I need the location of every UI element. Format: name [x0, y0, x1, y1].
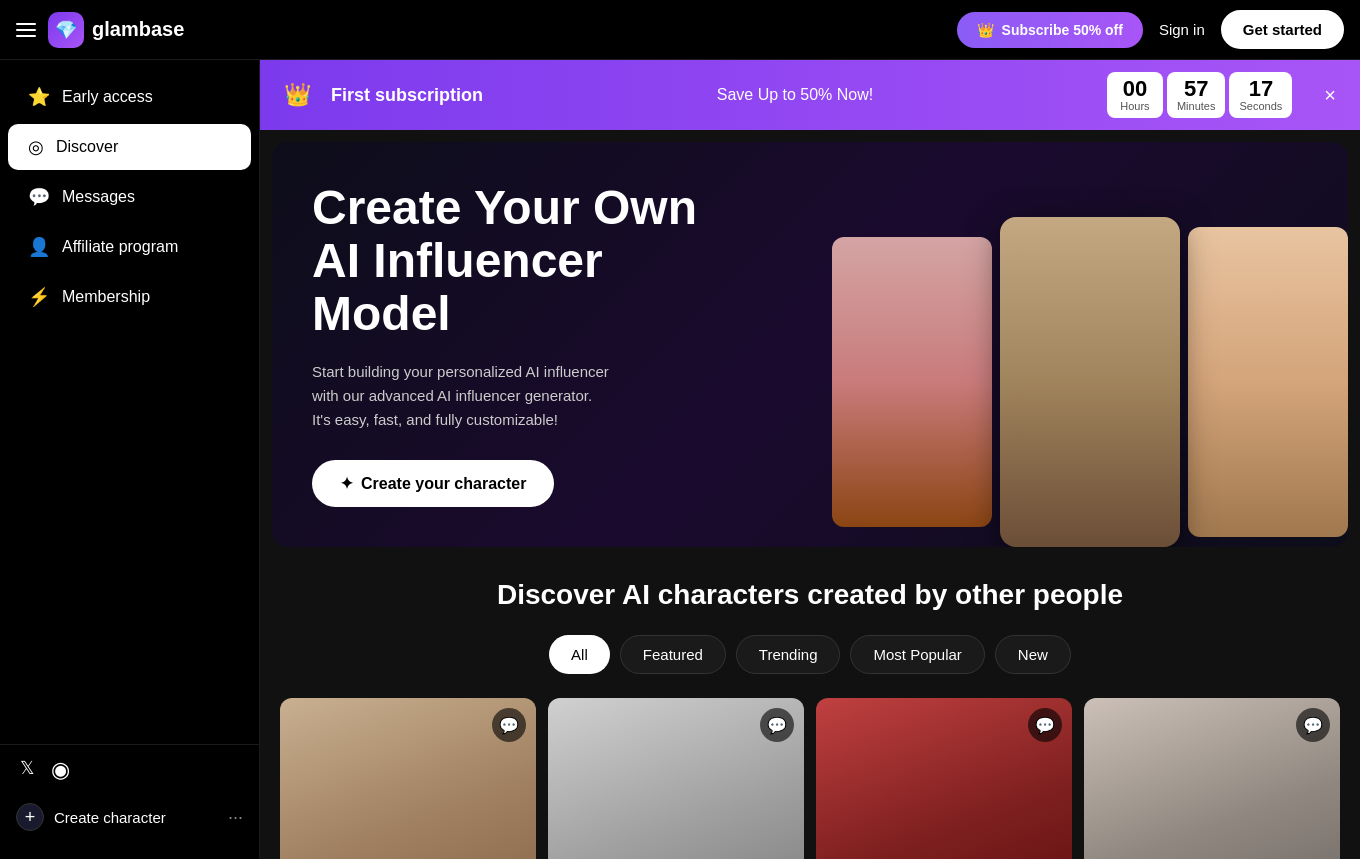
signin-button[interactable]: Sign in	[1159, 21, 1205, 38]
timer-hours-value: 00	[1117, 78, 1153, 100]
sidebar-item-discover[interactable]: ◎ Discover	[8, 124, 251, 170]
banner-close-button[interactable]: ×	[1324, 84, 1336, 107]
create-character-button[interactable]: ✦ Create your character	[312, 460, 554, 507]
countdown-timer: 00 Hours 57 Minutes 17 Seconds	[1107, 72, 1292, 118]
crown-icon: 👑	[977, 22, 994, 38]
timer-seconds: 17 Seconds	[1229, 72, 1292, 118]
timer-seconds-label: Seconds	[1239, 100, 1282, 112]
main-content: 👑 First subscription Save Up to 50% Now!…	[260, 60, 1360, 859]
hero-title: Create Your Own AI Influencer Model	[312, 182, 697, 340]
twitter-x-icon[interactable]: 𝕏	[20, 757, 35, 783]
character-card-3[interactable]: 💬	[816, 698, 1072, 859]
filter-tab-featured[interactable]: Featured	[620, 635, 726, 674]
discover-section: Discover AI characters created by other …	[260, 559, 1360, 859]
timer-minutes-label: Minutes	[1177, 100, 1216, 112]
timer-hours-label: Hours	[1117, 100, 1153, 112]
hero-image-3	[1188, 227, 1348, 537]
banner-title: First subscription	[331, 85, 483, 106]
sidebar-item-label: Affiliate program	[62, 238, 178, 256]
sidebar: ⭐ Early access ◎ Discover 💬 Messages 👤 A…	[0, 60, 260, 859]
timer-minutes-value: 57	[1177, 78, 1216, 100]
hamburger-menu[interactable]	[16, 23, 36, 37]
filter-tab-trending[interactable]: Trending	[736, 635, 841, 674]
sidebar-item-label: Messages	[62, 188, 135, 206]
sidebar-bottom: 𝕏 ◉ + Create character ···	[0, 744, 259, 847]
filter-tabs: All Featured Trending Most Popular New	[276, 635, 1344, 674]
sidebar-item-label: Membership	[62, 288, 150, 306]
hero-section: Create Your Own AI Influencer Model Star…	[272, 142, 1348, 547]
logo-icon: 💎	[48, 12, 84, 48]
create-character-label: Create character	[54, 809, 218, 826]
banner-crown-icon: 👑	[284, 82, 311, 108]
filter-tab-new[interactable]: New	[995, 635, 1071, 674]
membership-icon: ⚡	[28, 286, 50, 308]
timer-minutes: 57 Minutes	[1167, 72, 1226, 118]
star-icon: ⭐	[28, 86, 50, 108]
top-navigation: 💎 glambase 👑 Subscribe 50% off Sign in G…	[0, 0, 1360, 60]
create-character-plus-button[interactable]: +	[16, 803, 44, 831]
filter-tab-all[interactable]: All	[549, 635, 610, 674]
character-card-4[interactable]: 💬	[1084, 698, 1340, 859]
hero-text-content: Create Your Own AI Influencer Model Star…	[312, 182, 697, 507]
banner-subtitle: Save Up to 50% Now!	[717, 86, 874, 104]
messages-icon: 💬	[28, 186, 50, 208]
social-icons: 𝕏 ◉	[16, 757, 243, 783]
timer-hours: 00 Hours	[1107, 72, 1163, 118]
main-layout: ⭐ Early access ◎ Discover 💬 Messages 👤 A…	[0, 60, 1360, 859]
timer-seconds-value: 17	[1239, 78, 1282, 100]
subscribe-button[interactable]: 👑 Subscribe 50% off	[957, 12, 1143, 48]
sidebar-item-messages[interactable]: 💬 Messages	[8, 174, 251, 220]
sparkle-icon: ✦	[340, 474, 353, 493]
create-character-row: + Create character ···	[16, 799, 243, 835]
sidebar-item-label: Discover	[56, 138, 118, 156]
more-options-button[interactable]: ···	[228, 807, 243, 828]
hero-image-2	[1000, 217, 1180, 547]
character-card-1[interactable]: 💬	[280, 698, 536, 859]
subscription-banner: 👑 First subscription Save Up to 50% Now!…	[260, 60, 1360, 130]
discover-icon: ◎	[28, 136, 44, 158]
medium-icon[interactable]: ◉	[51, 757, 70, 783]
hero-subtitle: Start building your personalized AI infl…	[312, 360, 697, 432]
sidebar-item-membership[interactable]: ⚡ Membership	[8, 274, 251, 320]
logo-area: 💎 glambase	[48, 12, 184, 48]
hero-image-1	[832, 237, 992, 527]
sidebar-item-label: Early access	[62, 88, 153, 106]
sidebar-item-affiliate[interactable]: 👤 Affiliate program	[8, 224, 251, 270]
character-card-2[interactable]: 💬	[548, 698, 804, 859]
getstarted-button[interactable]: Get started	[1221, 10, 1344, 49]
affiliate-icon: 👤	[28, 236, 50, 258]
logo-text: glambase	[92, 18, 184, 41]
filter-tab-most-popular[interactable]: Most Popular	[850, 635, 984, 674]
discover-title: Discover AI characters created by other …	[276, 579, 1344, 611]
sidebar-item-early-access[interactable]: ⭐ Early access	[8, 74, 251, 120]
characters-grid: 💬 💬 💬 💬	[276, 698, 1344, 859]
hero-images	[832, 207, 1348, 547]
